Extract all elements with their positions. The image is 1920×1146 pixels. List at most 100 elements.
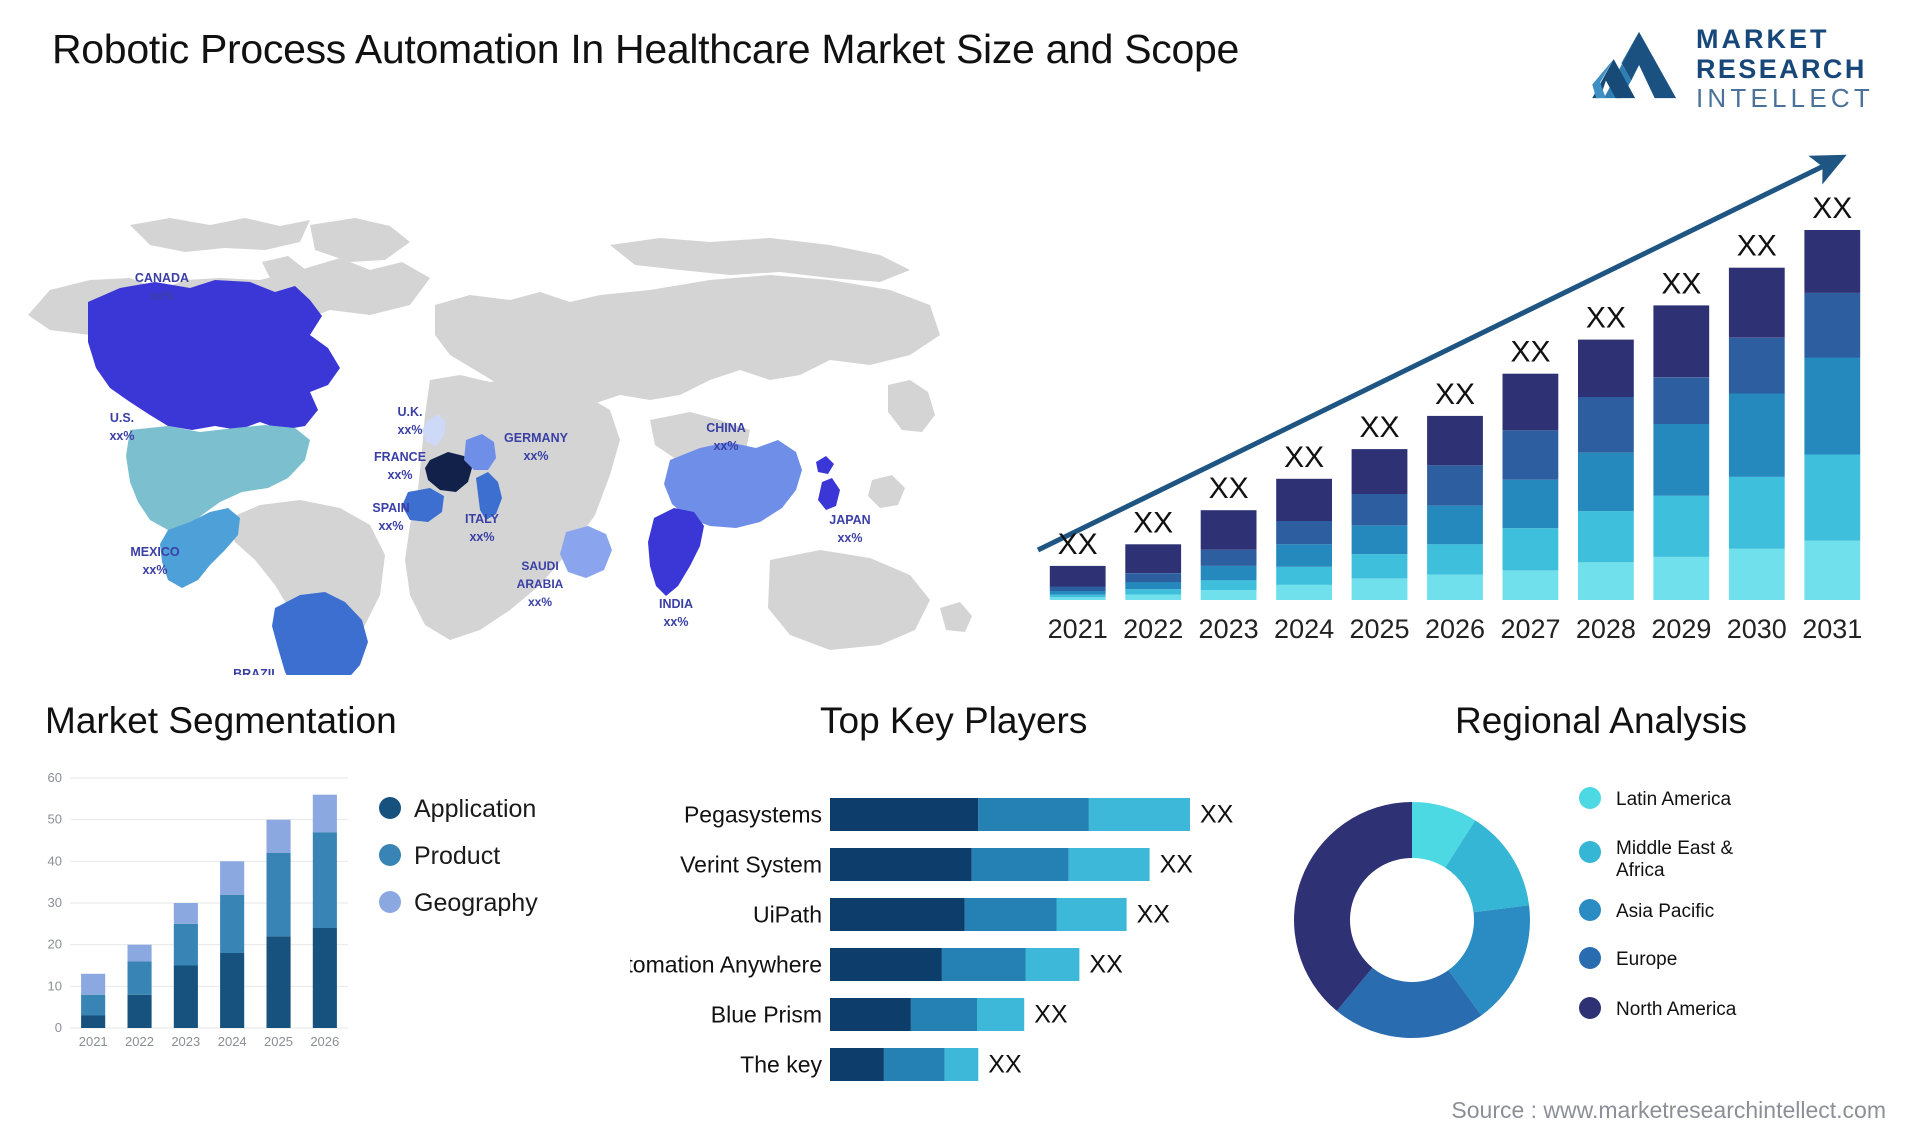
segmentation-bar-segment (266, 853, 291, 937)
regional-donut-slices (1294, 802, 1530, 1038)
segmentation-x-tick: 2022 (125, 1034, 154, 1049)
key-player-bar-segment (964, 898, 1057, 931)
forecast-bar-segment (1804, 357, 1861, 455)
segmentation-y-tick: 40 (48, 853, 62, 868)
map-label-saudi-arabia-name2: ARABIA (517, 577, 564, 591)
forecast-bar-segment (1578, 339, 1634, 398)
regional-legend-swatch (1579, 787, 1601, 809)
segmentation-y-axis-labels: 0 10 20 30 40 50 60 (48, 770, 62, 1035)
forecast-bar-segment (1578, 562, 1634, 600)
segmentation-bar-segment (266, 819, 291, 853)
forecast-bar-segment (1502, 430, 1559, 480)
regional-legend: Latin America Middle East &Africa Asia Pac… (1579, 787, 1737, 1020)
map-label-japan-value: xx% (837, 531, 862, 545)
market-segmentation-title: Market Segmentation (45, 700, 397, 741)
segmentation-y-tick: 60 (48, 770, 62, 785)
forecast-bar-segment (1653, 424, 1710, 496)
key-player-value: XX (1034, 1001, 1068, 1029)
country-canada (88, 280, 340, 430)
top-key-players-chart: Pegasystems Verint System UiPath Automation… (630, 780, 1310, 1120)
logo-line-1: MARKET (1696, 24, 1830, 54)
map-label-germany-value: xx% (523, 449, 548, 463)
forecast-bar-segment (1653, 495, 1710, 557)
segmentation-y-tick: 20 (48, 937, 62, 952)
forecast-year-label: 2029 (1651, 614, 1711, 644)
forecast-bar-segment (1276, 544, 1332, 567)
segmentation-x-axis-labels: 2021 2022 2023 2024 2025 2026 (79, 1034, 340, 1049)
key-player-name: Automation Anywhere (630, 952, 822, 978)
forecast-bar-segment (1351, 449, 1408, 494)
forecast-bar-value: XX (1586, 302, 1626, 335)
map-label-saudi-arabia-name: SAUDI (521, 559, 558, 573)
forecast-year-label: 2025 (1349, 614, 1409, 644)
key-player-bar-segment (1025, 948, 1080, 981)
top-key-players-title: Top Key Players (820, 700, 1088, 741)
key-player-bar-segment (830, 798, 979, 831)
forecast-bar-segment (1200, 590, 1257, 600)
segmentation-bar-segment (81, 1015, 106, 1028)
regional-legend-label: Middle East & (1616, 838, 1734, 859)
brand-logo: MARKET RESEARCH INTELLECT (1592, 18, 1892, 116)
key-player-bar-segment (1056, 898, 1127, 931)
forecast-year-label: 2024 (1274, 614, 1334, 644)
forecast-year-label: 2031 (1802, 614, 1862, 644)
map-label-spain-value: xx% (378, 519, 403, 533)
key-player-bar-segment (883, 1048, 945, 1081)
segmentation-gridlines (70, 777, 348, 1029)
map-label-us-value: xx% (109, 429, 134, 443)
segmentation-bar-segment (173, 903, 198, 924)
map-label-germany-name: GERMANY (504, 431, 569, 445)
segmentation-bar-segment (266, 936, 291, 1028)
forecast-bar-segment (1351, 578, 1408, 600)
forecast-bar-segment (1728, 337, 1785, 394)
logo-line-2: RESEARCH (1696, 54, 1867, 85)
key-player-value-labels: XXXXXXXXXXXX (988, 801, 1233, 1079)
forecast-bar-value: XX (1661, 267, 1701, 300)
key-player-name: The key (740, 1052, 822, 1078)
forecast-bar-segment (1578, 511, 1634, 563)
map-label-mexico-value: xx% (142, 563, 167, 577)
key-player-name: Pegasystems (684, 802, 822, 828)
key-player-bar-segment (910, 998, 977, 1031)
market-segmentation-svg: 0 10 20 30 40 50 60 2021 2022 2023 2024 2025 2026 A… (48, 770, 539, 1049)
segmentation-bar-segment (312, 794, 337, 833)
segmentation-bar-segment (127, 944, 152, 962)
forecast-bar-segment (1728, 548, 1785, 600)
forecast-bar-segment (1351, 494, 1408, 526)
key-player-bar-segment (1088, 798, 1190, 831)
regional-legend-label: Latin America (1616, 789, 1732, 810)
top-key-players-svg: Pegasystems Verint System UiPath Automation… (630, 798, 1234, 1081)
forecast-bar-segment (1276, 478, 1332, 521)
key-player-name: Verint System (680, 852, 822, 878)
segmentation-bars-group (81, 794, 337, 1028)
forecast-bar-value: XX (1510, 336, 1550, 369)
forecast-bar-segment (1427, 544, 1483, 575)
forecast-bar-segment (1125, 582, 1182, 590)
map-label-brazil-name: BRAZIL (233, 667, 279, 675)
segmentation-bar-segment (127, 994, 152, 1028)
forecast-bar-segment (1804, 540, 1861, 600)
page-title: Robotic Process Automation In Healthcare… (52, 26, 1239, 72)
forecast-bar-segment (1427, 574, 1483, 600)
country-india (648, 508, 704, 596)
market-segmentation-chart: 0 10 20 30 40 50 60 2021 2022 2023 2024 2025 2026 A… (30, 760, 630, 1120)
regional-analysis-chart: Latin America Middle East & Africa Asia Pac… (1290, 760, 1910, 1090)
key-player-bar-segment (830, 948, 942, 981)
forecast-bars-group (1049, 230, 1861, 600)
segmentation-bar-segment (81, 994, 106, 1016)
map-label-canada-value: xx% (149, 289, 174, 303)
forecast-bar-segment (1502, 373, 1559, 431)
world-map-panel: CANADA xx% U.S. xx% MEXICO xx% BRAZIL xx… (10, 130, 980, 675)
map-label-mexico-name: MEXICO (130, 545, 180, 559)
map-label-china-value: xx% (713, 439, 738, 453)
forecast-bar-segment (1200, 565, 1257, 581)
forecast-bar-segment (1578, 397, 1634, 453)
forecast-bar-value: XX (1359, 411, 1399, 444)
key-player-bar-segment (830, 848, 972, 881)
forecast-bar-year-axis: 2021 2022 2023 2024 2025 2026 2027 2028 2029 2030… (1048, 614, 1863, 644)
key-player-bar-segment (830, 998, 911, 1031)
regional-legend-swatch (1579, 997, 1601, 1019)
forecast-bar-segment (1049, 597, 1106, 600)
forecast-bar-segment (1728, 267, 1785, 338)
key-player-bar-segment (941, 948, 1026, 981)
